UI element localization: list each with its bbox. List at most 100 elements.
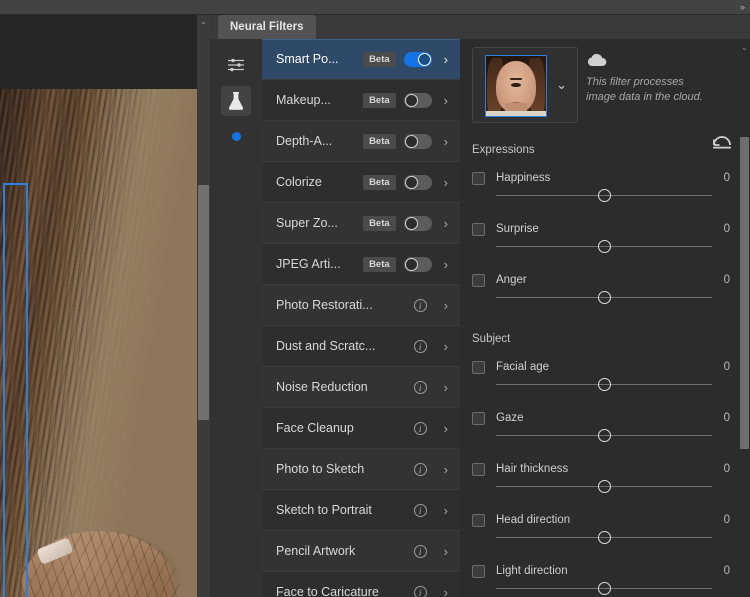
- chevron-right-icon[interactable]: ›: [444, 463, 448, 476]
- chevron-right-icon[interactable]: ›: [444, 504, 448, 517]
- filter-row[interactable]: Makeup...Beta›: [262, 80, 460, 121]
- chevron-right-icon[interactable]: ›: [444, 53, 448, 66]
- canvas-scroll-thumb[interactable]: [198, 185, 209, 420]
- slider-handle[interactable]: [598, 189, 611, 202]
- chevron-right-icon[interactable]: ›: [444, 299, 448, 312]
- slider-checkbox[interactable]: [472, 514, 485, 527]
- neural-filter-list[interactable]: Smart Po...Beta›Makeup...Beta›Depth-A...…: [262, 39, 460, 597]
- slider-checkbox[interactable]: [472, 172, 485, 185]
- face-shape: [496, 61, 536, 113]
- slider-value: 0: [724, 360, 730, 375]
- filter-row[interactable]: Super Zo...Beta›: [262, 203, 460, 244]
- filter-options-pane: ⌄ This filter processes image data in th…: [460, 39, 750, 597]
- slider-header: Light direction0: [472, 564, 730, 581]
- filter-row-label: Smart Po...: [262, 52, 363, 66]
- filter-status-dot: [232, 132, 241, 141]
- chevron-right-icon[interactable]: ›: [444, 258, 448, 271]
- chevron-right-icon[interactable]: ›: [444, 381, 448, 394]
- filter-row[interactable]: Dust and Scratc...i›: [262, 326, 460, 367]
- slider-header: Gaze0: [472, 411, 730, 428]
- neural-filters-panel: Neural Filters: [210, 15, 750, 597]
- filter-row[interactable]: JPEG Arti...Beta›: [262, 244, 460, 285]
- overflow-chevron-icon[interactable]: »: [740, 1, 744, 13]
- slider-handle[interactable]: [598, 291, 611, 304]
- info-icon[interactable]: i: [414, 340, 427, 353]
- info-icon[interactable]: i: [414, 381, 427, 394]
- panel-body: Smart Po...Beta›Makeup...Beta›Depth-A...…: [210, 39, 750, 597]
- chevron-right-icon[interactable]: ›: [444, 545, 448, 558]
- chevron-right-icon[interactable]: ›: [444, 217, 448, 230]
- beta-badge: Beta: [363, 52, 396, 67]
- info-icon[interactable]: i: [414, 463, 427, 476]
- slider-label: Hair thickness: [496, 462, 568, 477]
- sliders-icon[interactable]: [221, 50, 251, 80]
- slider-checkbox[interactable]: [472, 361, 485, 374]
- filter-row[interactable]: Face Cleanupi ›: [262, 408, 460, 449]
- cloud-processing-note: This filter processes image data in the …: [586, 53, 736, 105]
- slider-checkbox[interactable]: [472, 274, 485, 287]
- slider-checkbox[interactable]: [472, 223, 485, 236]
- chevron-right-icon[interactable]: ›: [444, 586, 448, 597]
- chevron-right-icon[interactable]: ›: [444, 422, 448, 435]
- options-vertical-scrollbar[interactable]: ⌄: [739, 39, 750, 597]
- preview-thumbnail-box[interactable]: ⌄: [472, 47, 578, 123]
- slider-handle[interactable]: [598, 531, 611, 544]
- filter-row[interactable]: Depth-A...Beta›: [262, 121, 460, 162]
- reset-icon[interactable]: [710, 134, 734, 157]
- slider-group: Surprise0: [472, 222, 730, 239]
- chevron-down-icon[interactable]: ⌄: [556, 77, 567, 93]
- beta-badge: Beta: [363, 175, 396, 190]
- canvas-vertical-scrollbar[interactable]: ⌃: [197, 15, 210, 597]
- filter-row[interactable]: Face to Caricaturei›: [262, 572, 460, 597]
- options-scroll-up-icon[interactable]: ⌄: [739, 39, 750, 57]
- filter-row[interactable]: Sketch to Portraiti›: [262, 490, 460, 531]
- filter-row[interactable]: ColorizeBeta›: [262, 162, 460, 203]
- selection-marquee[interactable]: [3, 183, 28, 597]
- slider-handle[interactable]: [598, 240, 611, 253]
- slider-handle[interactable]: [598, 582, 611, 595]
- slider-header: Hair thickness0: [472, 462, 730, 479]
- info-icon[interactable]: i: [414, 299, 427, 312]
- slider-group: Anger0: [472, 273, 730, 290]
- filter-toggle[interactable]: [404, 52, 432, 67]
- filter-row[interactable]: Pencil Artworki›: [262, 531, 460, 572]
- toggle-knob: [405, 176, 418, 189]
- filter-row[interactable]: Smart Po...Beta ›: [262, 39, 460, 80]
- canvas-scroll-up-icon[interactable]: ⌃: [197, 15, 210, 37]
- filter-toggle[interactable]: [404, 175, 432, 190]
- toggle-knob: [405, 94, 418, 107]
- filter-toggle[interactable]: [404, 93, 432, 108]
- filter-toggle[interactable]: [404, 134, 432, 149]
- slider-group: Head direction0: [472, 513, 730, 530]
- slider-checkbox[interactable]: [472, 463, 485, 476]
- slider-group: Happiness0: [472, 171, 730, 188]
- filter-row-label: Face Cleanup: [262, 421, 414, 435]
- tab-neural-filters[interactable]: Neural Filters: [218, 15, 316, 39]
- cloud-note-line2: image data in the cloud.: [586, 90, 736, 105]
- info-icon[interactable]: i: [414, 504, 427, 517]
- chevron-right-icon[interactable]: ›: [444, 94, 448, 107]
- filter-row-label: Super Zo...: [262, 216, 363, 230]
- filter-row[interactable]: Photo to Sketchi›: [262, 449, 460, 490]
- slider-handle[interactable]: [598, 429, 611, 442]
- slider-label: Happiness: [496, 171, 550, 186]
- flask-icon[interactable]: [221, 86, 251, 116]
- info-icon[interactable]: i: [414, 422, 427, 435]
- slider-checkbox[interactable]: [472, 565, 485, 578]
- document-canvas[interactable]: ⌃: [0, 15, 210, 597]
- filter-row[interactable]: Noise Reductioni›: [262, 367, 460, 408]
- filter-row[interactable]: Photo Restorati...i›: [262, 285, 460, 326]
- chevron-right-icon[interactable]: ›: [444, 340, 448, 353]
- info-icon[interactable]: i: [414, 586, 427, 597]
- chevron-right-icon[interactable]: ›: [444, 135, 448, 148]
- slider-handle[interactable]: [598, 480, 611, 493]
- slider-checkbox[interactable]: [472, 412, 485, 425]
- filter-toggle[interactable]: [404, 216, 432, 231]
- chevron-right-icon[interactable]: ›: [444, 176, 448, 189]
- face-thumbnail: [485, 55, 547, 117]
- section-label: Subject: [472, 333, 510, 345]
- options-scroll-thumb[interactable]: [740, 137, 749, 449]
- filter-toggle[interactable]: [404, 257, 432, 272]
- slider-handle[interactable]: [598, 378, 611, 391]
- info-icon[interactable]: i: [414, 545, 427, 558]
